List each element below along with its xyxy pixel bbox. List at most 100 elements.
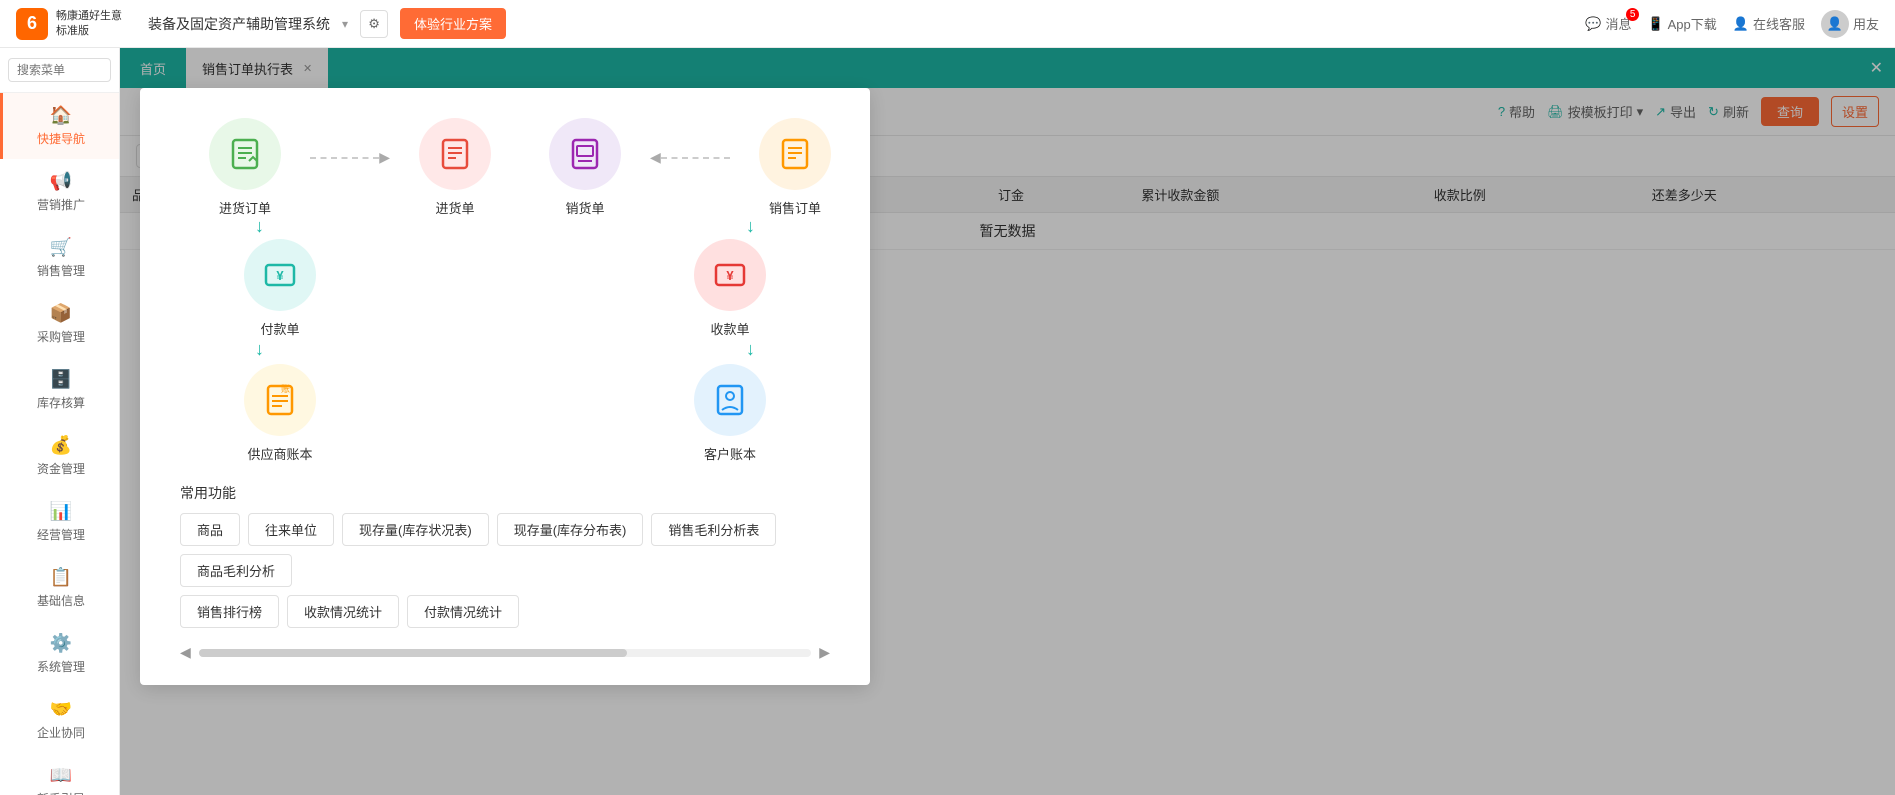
customer-ledger-icon <box>694 364 766 436</box>
node-sales-order[interactable]: 销售订单 <box>730 118 860 217</box>
svg-text:¥: ¥ <box>276 268 284 283</box>
func-btn-sales-rank[interactable]: 销售排行榜 <box>180 595 279 628</box>
func-btn-sales-margin[interactable]: 销售毛利分析表 <box>651 513 776 546</box>
node-customer-ledger[interactable]: 客户账本 <box>665 364 795 463</box>
func-btn-product-margin[interactable]: 商品毛利分析 <box>180 554 292 587</box>
header-right: 💬 消息 5 📱 App下载 👤 在线客服 👤 用友 <box>1585 10 1879 38</box>
node-receipt-bill[interactable]: ¥ 收款单 <box>665 239 795 338</box>
purchase-icon: 📦 <box>50 303 72 324</box>
sidebar-item-newbie[interactable]: 📖 新手引导 <box>0 753 119 795</box>
user-avatar: 👤 <box>1821 10 1849 38</box>
func-btn-stock-dist[interactable]: 现存量(库存分布表) <box>497 513 644 546</box>
sidebar-item-enterprise[interactable]: 🤝 企业协同 <box>0 687 119 753</box>
sidebar-item-basic-info[interactable]: 📋 基础信息 <box>0 555 119 621</box>
logo-icon: 6 <box>16 8 48 40</box>
sidebar-label-inventory: 库存核算 <box>37 394 85 411</box>
popup-panel: 进货订单 ▶ 进货单 <box>140 88 870 685</box>
sales-bill-icon <box>549 118 621 190</box>
purchase-order-label: 进货订单 <box>219 198 271 217</box>
sidebar-item-marketing[interactable]: 📢 营销推广 <box>0 159 119 225</box>
settings-button[interactable]: ⚙ <box>360 10 388 38</box>
receipt-bill-label: 收款单 <box>710 319 749 338</box>
sidebar: 🏠 快捷导航 📢 营销推广 🛒 销售管理 📦 采购管理 🗄️ 库存核算 💰 <box>0 48 120 795</box>
sidebar-label-enterprise: 企业协同 <box>37 724 85 741</box>
app-download-item[interactable]: 📱 App下载 <box>1647 14 1716 33</box>
message-icon-item[interactable]: 💬 消息 5 <box>1585 14 1631 33</box>
supplier-ledger-icon: 账 <box>244 364 316 436</box>
purchase-order-icon <box>209 118 281 190</box>
sidebar-item-sales[interactable]: 🛒 销售管理 <box>0 225 119 291</box>
scroll-thumb <box>199 649 628 657</box>
sidebar-label-system: 系统管理 <box>37 658 85 675</box>
system-title: 装备及固定资产辅助管理系统 <box>148 14 330 34</box>
sales-bill-label: 销货单 <box>565 198 604 217</box>
trial-button[interactable]: 体验行业方案 <box>400 8 506 39</box>
node-purchase-bill[interactable]: 进货单 <box>390 118 520 217</box>
scroll-bar-area: ◀ ▶ <box>180 640 830 665</box>
node-payment-bill[interactable]: ¥ 付款单 <box>215 239 345 338</box>
system-dropdown-icon[interactable]: ▾ <box>342 17 348 31</box>
service-icon: 👤 <box>1733 16 1749 32</box>
enterprise-icon: 🤝 <box>50 699 72 720</box>
purchase-bill-icon <box>419 118 491 190</box>
func-btn-payment-stat[interactable]: 付款情况统计 <box>407 595 519 628</box>
sidebar-label-purchase: 采购管理 <box>37 328 85 345</box>
sidebar-label-finance: 资金管理 <box>37 460 85 477</box>
message-icon: 💬 <box>1585 16 1601 32</box>
purchase-bill-label: 进货单 <box>435 198 474 217</box>
newbie-icon: 📖 <box>50 765 72 786</box>
sidebar-item-finance[interactable]: 💰 资金管理 <box>0 423 119 489</box>
sidebar-item-purchase[interactable]: 📦 采购管理 <box>0 291 119 357</box>
sidebar-label-operations: 经营管理 <box>37 526 85 543</box>
sidebar-label-quick-nav: 快捷导航 <box>37 130 85 147</box>
customer-ledger-label: 客户账本 <box>704 444 756 463</box>
common-functions-title: 常用功能 <box>180 483 830 503</box>
sidebar-label-sales: 销售管理 <box>37 262 85 279</box>
sales-icon: 🛒 <box>50 237 72 258</box>
search-input[interactable] <box>8 58 111 82</box>
search-area[interactable] <box>0 48 119 93</box>
flow-diagram: 进货订单 ▶ 进货单 <box>180 118 830 463</box>
sales-order-label: 销售订单 <box>769 198 821 217</box>
receipt-bill-icon: ¥ <box>694 239 766 311</box>
func-btn-receipt-stat[interactable]: 收款情况统计 <box>287 595 399 628</box>
func-buttons-row2: 销售排行榜 收款情况统计 付款情况统计 <box>180 595 830 628</box>
func-buttons-row1: 商品 往来单位 现存量(库存状况表) 现存量(库存分布表) 销售毛利分析表 商品… <box>180 513 830 587</box>
download-icon: 📱 <box>1647 16 1663 32</box>
svg-text:¥: ¥ <box>726 268 734 283</box>
sidebar-label-newbie: 新手引导 <box>37 790 85 795</box>
user-name: 用友 <box>1853 14 1879 33</box>
finance-icon: 💰 <box>50 435 72 456</box>
sidebar-item-operations[interactable]: 📊 经营管理 <box>0 489 119 555</box>
node-sales-bill[interactable]: 销货单 <box>520 118 650 217</box>
operations-icon: 📊 <box>50 501 72 522</box>
scroll-track[interactable] <box>199 649 811 657</box>
inventory-icon: 🗄️ <box>50 369 72 390</box>
logo-text: 畅康通好生意 标准版 <box>56 9 122 38</box>
scroll-left-btn[interactable]: ◀ <box>180 644 191 661</box>
user-area[interactable]: 👤 用友 <box>1821 10 1879 38</box>
payment-bill-icon: ¥ <box>244 239 316 311</box>
sidebar-item-inventory[interactable]: 🗄️ 库存核算 <box>0 357 119 423</box>
logo-area: 6 畅康通好生意 标准版 <box>16 8 136 40</box>
payment-bill-label: 付款单 <box>260 319 299 338</box>
sidebar-label-marketing: 营销推广 <box>37 196 85 213</box>
scroll-right-btn[interactable]: ▶ <box>819 644 830 661</box>
message-badge: 5 <box>1626 8 1640 21</box>
sidebar-label-basic-info: 基础信息 <box>37 592 85 609</box>
func-btn-partners[interactable]: 往来单位 <box>248 513 334 546</box>
node-purchase-order[interactable]: 进货订单 <box>180 118 310 217</box>
node-supplier-ledger[interactable]: 账 供应商账本 <box>215 364 345 463</box>
sidebar-item-system[interactable]: ⚙️ 系统管理 <box>0 621 119 687</box>
sidebar-item-quick-nav[interactable]: 🏠 快捷导航 <box>0 93 119 159</box>
popup-overlay[interactable]: 进货订单 ▶ 进货单 <box>120 48 1895 795</box>
func-btn-stock-status[interactable]: 现存量(库存状况表) <box>342 513 489 546</box>
svg-text:账: 账 <box>281 384 290 394</box>
marketing-icon: 📢 <box>50 171 72 192</box>
common-functions: 常用功能 商品 往来单位 现存量(库存状况表) 现存量(库存分布表) 销售毛利分… <box>180 483 830 628</box>
basic-info-icon: 📋 <box>50 567 72 588</box>
func-btn-product[interactable]: 商品 <box>180 513 240 546</box>
home-icon: 🏠 <box>50 105 72 126</box>
supplier-ledger-label: 供应商账本 <box>247 444 312 463</box>
online-service-item[interactable]: 👤 在线客服 <box>1733 14 1805 33</box>
